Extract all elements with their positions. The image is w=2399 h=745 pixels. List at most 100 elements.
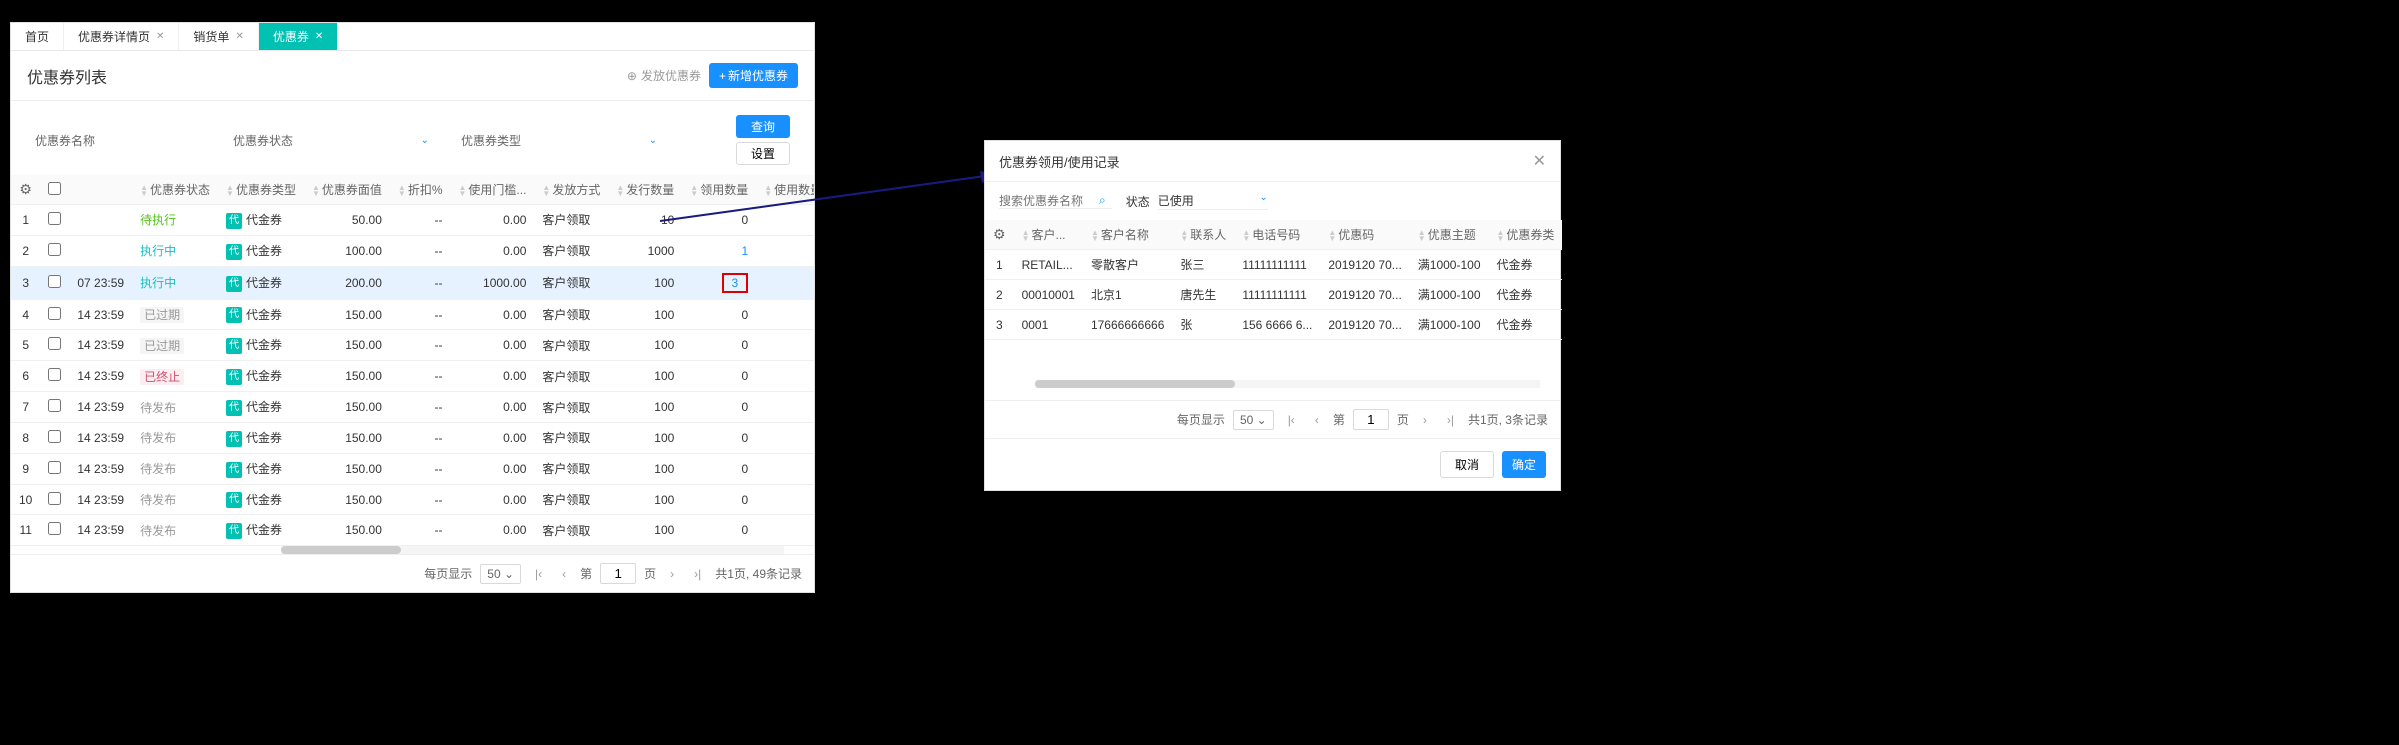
row-checkbox[interactable] bbox=[48, 243, 61, 256]
next-page-icon[interactable]: › bbox=[664, 565, 680, 583]
table-row[interactable]: 11 14 23:59 待发布 代代金券 150.00 -- 0.00 客户领取… bbox=[11, 515, 814, 546]
gear-icon[interactable]: ⚙ bbox=[19, 181, 32, 197]
confirm-button[interactable]: 确定 bbox=[1502, 451, 1546, 478]
column-header[interactable]: ▲▼优惠主题 bbox=[1410, 220, 1489, 250]
claim-count-link[interactable]: 1 bbox=[742, 244, 749, 258]
table-row[interactable]: 4 14 23:59 已过期 代代金券 150.00 -- 0.00 客户领取 … bbox=[11, 299, 814, 330]
row-checkbox[interactable] bbox=[48, 430, 61, 443]
voucher-icon: 代 bbox=[226, 307, 242, 323]
table-row[interactable]: 1 RETAIL... 零散客户 张三 11111111111 2019120 … bbox=[985, 250, 1562, 280]
column-header[interactable]: ▲▼折扣% bbox=[390, 175, 451, 205]
column-header[interactable]: ▲▼联系人 bbox=[1172, 220, 1234, 250]
modal-search-input[interactable] bbox=[999, 194, 1099, 208]
page-input[interactable] bbox=[600, 563, 636, 584]
column-header[interactable]: ▲▼优惠券面值 bbox=[304, 175, 390, 205]
close-icon[interactable]: ✕ bbox=[235, 31, 243, 42]
table-row[interactable]: 2 执行中 代代金券 100.00 -- 0.00 客户领取 1000 1 0 … bbox=[11, 235, 814, 266]
column-header[interactable]: ▲▼领用数量 bbox=[682, 175, 756, 205]
column-header[interactable]: ▲▼优惠券类型 bbox=[218, 175, 304, 205]
tab-bar: 首页优惠券详情页✕销货单✕优惠券✕ bbox=[11, 23, 814, 51]
last-page-icon[interactable]: ›| bbox=[1441, 411, 1460, 429]
per-page-select[interactable]: 50 ⌄ bbox=[480, 564, 521, 584]
status-badge: 执行中 bbox=[140, 276, 176, 290]
filter-name-input[interactable] bbox=[101, 132, 201, 148]
modal-pagination: 每页显示 50 ⌄ |‹ ‹ 第 页 › ›| 共1页, 3条记录 bbox=[985, 400, 1560, 438]
main-panel: 首页优惠券详情页✕销货单✕优惠券✕ 优惠券列表 ⊕ 发放优惠券 新增优惠券 优惠… bbox=[10, 22, 815, 593]
last-page-icon[interactable]: ›| bbox=[688, 565, 707, 583]
settings-button[interactable]: 设置 bbox=[736, 142, 790, 165]
column-header[interactable]: ▲▼优惠券状态 bbox=[132, 175, 218, 205]
modal-per-page-select[interactable]: 50 ⌄ bbox=[1233, 410, 1274, 430]
column-header[interactable]: ▲▼发放方式 bbox=[534, 175, 608, 205]
cancel-button[interactable]: 取消 bbox=[1440, 451, 1494, 478]
page-title: 优惠券列表 bbox=[27, 64, 107, 88]
voucher-icon: 代 bbox=[226, 462, 242, 478]
column-header[interactable]: ▲▼电话号码 bbox=[1234, 220, 1320, 250]
row-checkbox[interactable] bbox=[48, 522, 61, 535]
status-badge: 待执行 bbox=[140, 213, 176, 227]
voucher-icon: 代 bbox=[226, 276, 242, 292]
status-badge: 待发布 bbox=[140, 493, 176, 507]
column-header[interactable]: ▲▼使用数量 bbox=[756, 175, 814, 205]
table-row[interactable]: 9 14 23:59 待发布 代代金券 150.00 -- 0.00 客户领取 … bbox=[11, 453, 814, 484]
page-summary: 共1页, 49条记录 bbox=[715, 565, 802, 582]
row-checkbox[interactable] bbox=[48, 212, 61, 225]
distribute-coupon-button[interactable]: ⊕ 发放优惠券 bbox=[627, 67, 701, 84]
query-button[interactable]: 查询 bbox=[736, 115, 790, 138]
column-header[interactable]: ▲▼优惠码 bbox=[1320, 220, 1409, 250]
modal-title: 优惠券领用/使用记录 bbox=[999, 152, 1120, 171]
row-checkbox[interactable] bbox=[48, 368, 61, 381]
select-all-checkbox[interactable] bbox=[48, 182, 61, 195]
modal-horizontal-scrollbar[interactable] bbox=[1035, 380, 1540, 388]
table-row[interactable]: 1 待执行 代代金券 50.00 -- 0.00 客户领取 10 0 0 ↗⊞ bbox=[11, 205, 814, 236]
modal-page-input[interactable] bbox=[1353, 409, 1389, 430]
modal-status-select[interactable]: 已使用⌄ bbox=[1158, 192, 1268, 210]
table-row[interactable]: 6 14 23:59 已终止 代代金券 150.00 -- 0.00 客户领取 … bbox=[11, 361, 814, 392]
next-page-icon[interactable]: › bbox=[1417, 411, 1433, 429]
tab-优惠券[interactable]: 优惠券✕ bbox=[259, 23, 338, 50]
tab-首页[interactable]: 首页 bbox=[11, 23, 64, 50]
first-page-icon[interactable]: |‹ bbox=[529, 565, 548, 583]
tab-优惠券详情页[interactable]: 优惠券详情页✕ bbox=[64, 23, 179, 50]
prev-page-icon[interactable]: ‹ bbox=[556, 565, 572, 583]
gear-icon[interactable]: ⚙ bbox=[993, 226, 1006, 242]
row-checkbox[interactable] bbox=[48, 307, 61, 320]
voucher-icon: 代 bbox=[226, 523, 242, 539]
column-header[interactable]: ▲▼客户... bbox=[1014, 220, 1083, 250]
horizontal-scrollbar[interactable] bbox=[281, 546, 784, 554]
modal-search[interactable]: ⌕ bbox=[999, 193, 1112, 209]
table-row[interactable]: 2 00010001 北京1 唐先生 11111111111 2019120 7… bbox=[985, 280, 1562, 310]
column-header[interactable]: ▲▼优惠券类 bbox=[1489, 220, 1563, 250]
row-checkbox[interactable] bbox=[48, 492, 61, 505]
filter-status-select[interactable]: ⌄ bbox=[299, 135, 429, 146]
voucher-icon: 代 bbox=[226, 213, 242, 229]
row-checkbox[interactable] bbox=[48, 275, 61, 288]
filter-type-label: 优惠券类型 bbox=[461, 132, 521, 149]
table-row[interactable]: 10 14 23:59 待发布 代代金券 150.00 -- 0.00 客户领取… bbox=[11, 484, 814, 515]
table-row[interactable]: 7 14 23:59 待发布 代代金券 150.00 -- 0.00 客户领取 … bbox=[11, 392, 814, 423]
status-badge: 待发布 bbox=[140, 401, 176, 415]
close-icon[interactable]: ✕ bbox=[156, 31, 164, 42]
column-header[interactable]: ▲▼客户名称 bbox=[1083, 220, 1172, 250]
status-badge: 待发布 bbox=[140, 431, 176, 445]
column-header[interactable]: ▲▼发行数量 bbox=[608, 175, 682, 205]
claim-count-link[interactable]: 3 bbox=[722, 273, 749, 293]
filter-type-select[interactable]: ⌄ bbox=[527, 135, 657, 146]
row-checkbox[interactable] bbox=[48, 399, 61, 412]
table-row[interactable]: 3 07 23:59 执行中 代代金券 200.00 -- 1000.00 客户… bbox=[11, 266, 814, 299]
status-badge: 已过期 bbox=[140, 307, 184, 323]
table-row[interactable]: 8 14 23:59 待发布 代代金券 150.00 -- 0.00 客户领取 … bbox=[11, 422, 814, 453]
row-checkbox[interactable] bbox=[48, 337, 61, 350]
add-coupon-button[interactable]: 新增优惠券 bbox=[709, 63, 798, 88]
table-row[interactable]: 3 0001 17666666666 张 156 6666 6... 20191… bbox=[985, 310, 1562, 340]
first-page-icon[interactable]: |‹ bbox=[1282, 411, 1301, 429]
table-row[interactable]: 5 14 23:59 已过期 代代金券 150.00 -- 0.00 客户领取 … bbox=[11, 330, 814, 361]
column-header[interactable]: ▲▼使用门槛... bbox=[450, 175, 534, 205]
close-icon[interactable]: ✕ bbox=[1533, 151, 1546, 171]
row-checkbox[interactable] bbox=[48, 461, 61, 474]
search-icon[interactable]: ⌕ bbox=[1099, 193, 1106, 208]
tab-销货单[interactable]: 销货单✕ bbox=[179, 23, 258, 50]
prev-page-icon[interactable]: ‹ bbox=[1309, 411, 1325, 429]
voucher-icon: 代 bbox=[226, 369, 242, 385]
close-icon[interactable]: ✕ bbox=[315, 31, 323, 42]
